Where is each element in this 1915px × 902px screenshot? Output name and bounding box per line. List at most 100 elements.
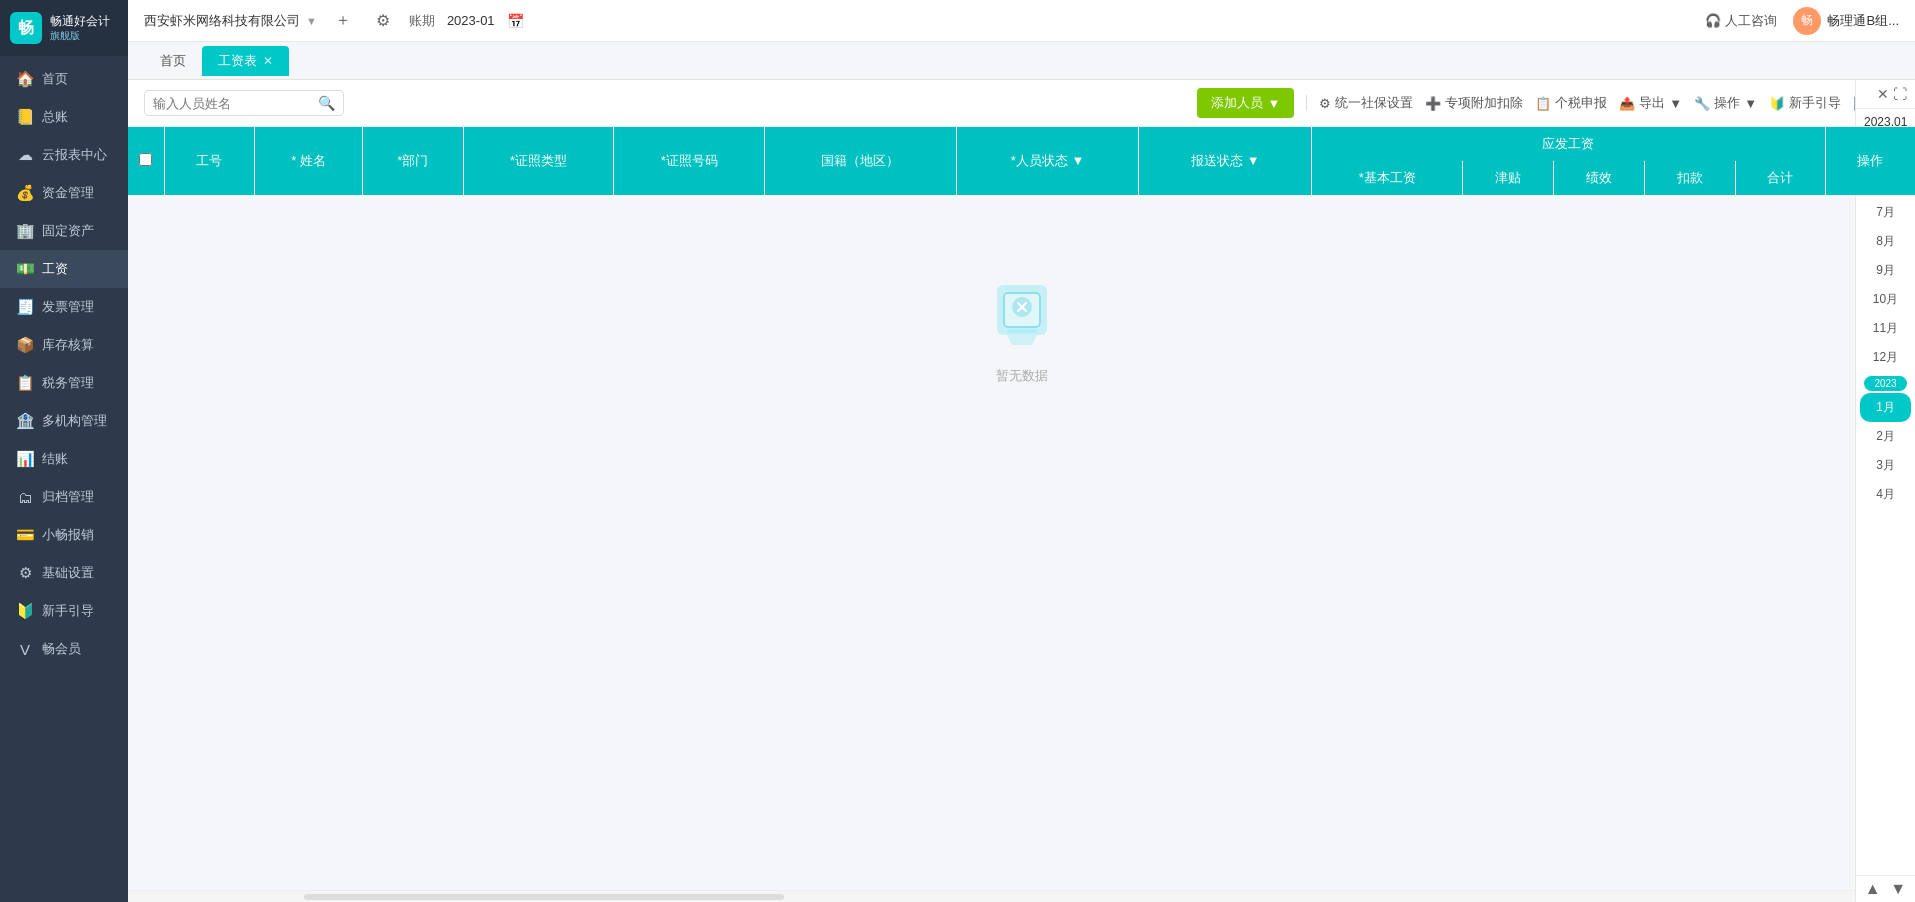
sidebar-item-archive[interactable]: 🗂 归档管理	[0, 478, 128, 516]
export-label: 导出	[1639, 94, 1665, 112]
th-check[interactable]	[128, 127, 164, 195]
user-name: 畅理通B组...	[1827, 12, 1899, 30]
social-settings-action[interactable]: ⚙ 统一社保设置	[1319, 94, 1413, 112]
empty-icon	[982, 275, 1062, 355]
salary-icon: 💵	[16, 260, 34, 278]
add-company-button[interactable]: ＋	[329, 7, 357, 35]
add-person-button[interactable]: 添加人员 ▼	[1197, 88, 1294, 118]
th-status[interactable]: *人员状态 ▼	[956, 127, 1139, 195]
empty-text: 暂无数据	[996, 367, 1048, 385]
assets-icon: 🏢	[16, 222, 34, 240]
sidebar-item-cloud-report[interactable]: ☁ 云报表中心	[0, 136, 128, 174]
search-input[interactable]	[153, 96, 312, 111]
sidebar-item-multi-org[interactable]: 🏦 多机构管理	[0, 402, 128, 440]
logo-sub: 旗舰版	[50, 29, 110, 42]
guide-action[interactable]: 🔰 新手引导	[1769, 94, 1841, 112]
avatar: 畅	[1793, 7, 1821, 35]
tab-home[interactable]: 首页	[144, 46, 202, 76]
add-person-dropdown-icon: ▼	[1267, 96, 1280, 111]
search-wrap: 🔍	[144, 90, 344, 116]
page-main: 🔍 添加人员 ▼ ⚙ 统一社保设置 ➕ 专项附加扣除	[128, 80, 1915, 902]
cal-month-feb[interactable]: 2月	[1856, 422, 1915, 451]
calendar-close-button[interactable]: ✕	[1877, 86, 1889, 102]
calendar-months: 5月 6月 7月 8月 9月 10月 11月 12月 2023 1月 2月 3月…	[1856, 136, 1915, 875]
th-performance: 绩效	[1554, 161, 1645, 195]
add-person-label: 添加人员	[1211, 94, 1263, 112]
tab-home-label: 首页	[160, 52, 186, 70]
sidebar-item-guide[interactable]: 🔰 新手引导	[0, 592, 128, 630]
logo-text: 畅通好会计 旗舰版	[50, 14, 110, 43]
deduction-label: 专项附加扣除	[1445, 94, 1523, 112]
sidebar-nav: 🏠 首页 📒 总账 ☁ 云报表中心 💰 资金管理 🏢 固定资产 💵 工资 🧾 发…	[0, 56, 128, 902]
settings-company-button[interactable]: ⚙	[369, 7, 397, 35]
calendar-expand-button[interactable]: ⛶	[1893, 86, 1907, 102]
operation-icon: 🔧	[1694, 96, 1710, 111]
company-dropdown-icon: ▼	[306, 15, 317, 27]
th-subsidy: 津贴	[1463, 161, 1554, 195]
sidebar-item-member[interactable]: V 畅会员	[0, 630, 128, 668]
calendar-icon[interactable]: 📅	[507, 13, 524, 29]
sidebar-item-tax[interactable]: 📋 税务管理	[0, 364, 128, 402]
social-settings-label: 统一社保设置	[1335, 94, 1413, 112]
operation-label: 操作	[1714, 94, 1740, 112]
company-name: 西安虾米网络科技有限公司	[144, 12, 300, 30]
sidebar-item-home[interactable]: 🏠 首页	[0, 60, 128, 98]
logo-icon: 畅	[10, 12, 42, 44]
tabbar: 首页 工资表 ✕	[128, 42, 1915, 80]
cal-month-nov[interactable]: 11月	[1856, 314, 1915, 343]
guide-action-icon: 🔰	[1769, 96, 1785, 111]
sidebar-item-label: 税务管理	[42, 374, 94, 392]
calendar-nav: ▲ ▼	[1856, 875, 1915, 902]
sidebar-item-label: 首页	[42, 70, 68, 88]
th-total: 合计	[1735, 161, 1825, 195]
th-base-salary: *基本工资	[1312, 161, 1463, 195]
guide-action-label: 新手引导	[1789, 94, 1841, 112]
select-all-checkbox[interactable]	[139, 153, 152, 166]
export-action[interactable]: 📤 导出 ▼	[1619, 94, 1682, 112]
cal-month-dec[interactable]: 12月	[1856, 343, 1915, 372]
operation-action[interactable]: 🔧 操作 ▼	[1694, 94, 1757, 112]
period-label: 账期	[409, 12, 435, 30]
user-info[interactable]: 畅 畅理通B组...	[1793, 7, 1899, 35]
tax-report-action[interactable]: 📋 个税申报	[1535, 94, 1607, 112]
sidebar-item-invoice[interactable]: 🧾 发票管理	[0, 288, 128, 326]
th-deduct: 扣款	[1644, 161, 1735, 195]
social-settings-icon: ⚙	[1319, 96, 1331, 111]
toolbar: 🔍 添加人员 ▼ ⚙ 统一社保设置 ➕ 专项附加扣除	[128, 80, 1915, 127]
sidebar-item-ledger[interactable]: 📒 总账	[0, 98, 128, 136]
year-badge[interactable]: 2023	[1864, 376, 1907, 391]
sidebar-item-label: 结账	[42, 450, 68, 468]
svg-marker-6	[1007, 335, 1037, 345]
home-icon: 🏠	[16, 70, 34, 88]
sidebar-item-expense[interactable]: 💳 小畅报销	[0, 516, 128, 554]
sidebar-item-salary[interactable]: 💵 工资	[0, 250, 128, 288]
sidebar-item-label: 库存核算	[42, 336, 94, 354]
cal-month-jul[interactable]: 7月	[1856, 198, 1915, 227]
cal-month-jan-active[interactable]: 1月	[1860, 393, 1911, 422]
settings-icon: ⚙	[16, 564, 34, 582]
cal-month-oct[interactable]: 10月	[1856, 285, 1915, 314]
sidebar-item-inventory[interactable]: 📦 库存核算	[0, 326, 128, 364]
sidebar-item-settings[interactable]: ⚙ 基础设置	[0, 554, 128, 592]
cal-month-mar[interactable]: 3月	[1856, 451, 1915, 480]
calendar-down-button[interactable]: ▼	[1890, 880, 1906, 898]
th-report-status[interactable]: 报送状态 ▼	[1139, 127, 1312, 195]
scrollbar-track[interactable]	[304, 894, 784, 900]
sidebar-item-fixed-assets[interactable]: 🏢 固定资产	[0, 212, 128, 250]
operation-dropdown-icon: ▼	[1744, 96, 1757, 111]
sidebar-item-close[interactable]: 📊 结账	[0, 440, 128, 478]
service-button[interactable]: 🎧 人工咨询	[1705, 12, 1777, 30]
cal-month-aug[interactable]: 8月	[1856, 227, 1915, 256]
divider-1	[1306, 95, 1307, 111]
tab-close-icon[interactable]: ✕	[263, 54, 273, 68]
page-body: 🔍 添加人员 ▼ ⚙ 统一社保设置 ➕ 专项附加扣除	[128, 80, 1915, 902]
cal-month-apr[interactable]: 4月	[1856, 480, 1915, 509]
tax-report-label: 个税申报	[1555, 94, 1607, 112]
topbar: 西安虾米网络科技有限公司 ▼ ＋ ⚙ 账期 2023-01 📅 🎧 人工咨询 畅…	[128, 0, 1915, 42]
tab-salary-table[interactable]: 工资表 ✕	[202, 46, 289, 76]
deduction-action[interactable]: ➕ 专项附加扣除	[1425, 94, 1523, 112]
calendar-up-button[interactable]: ▲	[1865, 880, 1881, 898]
company-selector[interactable]: 西安虾米网络科技有限公司 ▼	[144, 12, 317, 30]
sidebar-item-fund[interactable]: 💰 资金管理	[0, 174, 128, 212]
cal-month-sep[interactable]: 9月	[1856, 256, 1915, 285]
